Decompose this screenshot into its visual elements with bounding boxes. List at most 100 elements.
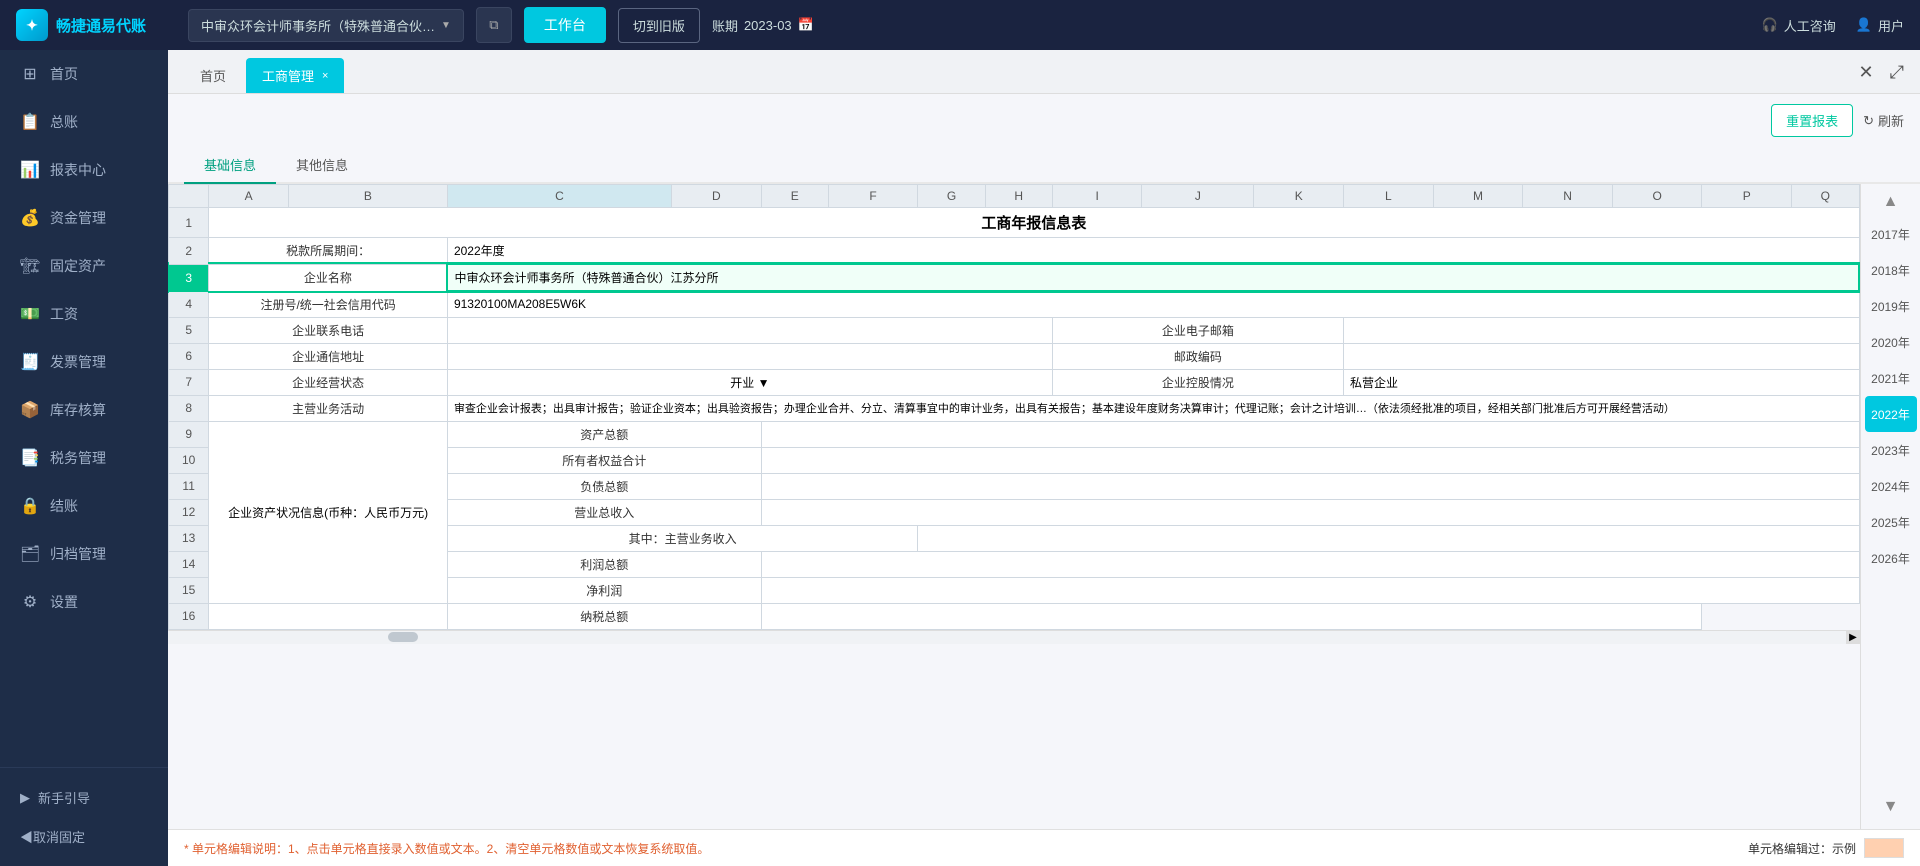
reg-label-cell: 注册号/统一社会信用代码 xyxy=(209,291,448,317)
unpin-button[interactable]: ◀取消固定 xyxy=(0,817,168,856)
tax-total-label: 纳税总额 xyxy=(447,603,761,629)
holding-value-cell[interactable]: 私营企业 xyxy=(1344,369,1859,395)
sidebar-item-label: 设置 xyxy=(50,592,78,612)
postal-value-cell[interactable] xyxy=(1344,343,1859,369)
new-guide-button[interactable]: ▶ 新手引导 xyxy=(0,778,168,817)
reg-value-cell[interactable]: 91320100MA208E5W6K xyxy=(447,291,1859,317)
sidebar-item-invoice[interactable]: 🧾 发票管理 xyxy=(0,338,168,386)
year-2024[interactable]: 2024年 xyxy=(1865,468,1917,504)
liabilities-value[interactable] xyxy=(761,473,1859,499)
sub-tab-basic[interactable]: 基础信息 xyxy=(184,147,276,184)
service-button[interactable]: 🎧 人工咨询 xyxy=(1762,16,1836,35)
sidebar-item-label: 总账 xyxy=(50,112,78,132)
col-c: C xyxy=(447,185,671,208)
app-name: 畅捷通易代账 xyxy=(56,15,146,36)
sidebar-item-finance[interactable]: 💰 资金管理 xyxy=(0,194,168,242)
equity-value[interactable] xyxy=(761,447,1859,473)
company-selector[interactable]: 中审众环会计师事务所（特殊普通合伙… ▼ xyxy=(188,9,464,42)
chevron-down-icon: ▼ xyxy=(1883,798,1899,816)
sample-cell xyxy=(1864,838,1904,858)
row-num: 15 xyxy=(169,577,209,603)
pin-label: ◀取消固定 xyxy=(20,827,85,846)
sidebar-item-label: 资金管理 xyxy=(50,208,106,228)
phone-value-cell[interactable] xyxy=(447,317,1052,343)
sub-tab-other[interactable]: 其他信息 xyxy=(276,147,368,184)
net-profit-value[interactable] xyxy=(761,577,1859,603)
finance-icon: 💰 xyxy=(20,208,40,228)
bottom-bar: * 单元格编辑说明：1、点击单元格直接录入数值或文本。2、清空单元格数值或文本恢… xyxy=(168,829,1920,866)
sidebar-item-salary[interactable]: 💵 工资 xyxy=(0,290,168,338)
asset-group-label: 企业资产状况信息(币种：人民币万元) xyxy=(209,421,448,603)
main-revenue-value[interactable] xyxy=(918,525,1859,551)
sidebar: ⊞ 首页 📋 总账 📊 报表中心 💰 资金管理 🏗 固定资产 💵 工资 🧾 发票… xyxy=(0,50,168,866)
year-2026[interactable]: 2026年 xyxy=(1865,540,1917,576)
logo-icon: ✦ xyxy=(16,9,48,41)
sidebar-item-archive[interactable]: 🗂 归档管理 xyxy=(0,530,168,578)
row-num: 7 xyxy=(169,369,209,395)
col-l: L xyxy=(1344,185,1434,208)
year-down-nav[interactable]: ▼ xyxy=(1871,793,1911,821)
year-2020[interactable]: 2020年 xyxy=(1865,324,1917,360)
refresh-icon: ↻ xyxy=(1863,113,1874,129)
sidebar-item-tax[interactable]: 📑 税务管理 xyxy=(0,434,168,482)
reset-button[interactable]: 重置报表 xyxy=(1771,104,1853,137)
table-row: 3 企业名称 中审众环会计师事务所（特殊普通合伙）江苏分所 xyxy=(169,264,1860,291)
row-num: 1 xyxy=(169,208,209,238)
inventory-icon: 📦 xyxy=(20,400,40,420)
year-2019[interactable]: 2019年 xyxy=(1865,288,1917,324)
sidebar-item-ledger[interactable]: 📋 总账 xyxy=(0,98,168,146)
tab-home[interactable]: 首页 xyxy=(184,58,242,93)
status-value-cell[interactable]: 开业 ▼ xyxy=(447,369,1052,395)
tab-active[interactable]: 工商管理 × xyxy=(246,58,344,93)
close-icon[interactable]: ✕ xyxy=(1859,63,1874,81)
year-2022[interactable]: 2022年 xyxy=(1865,396,1917,432)
col-g: G xyxy=(918,185,985,208)
sidebar-item-assets[interactable]: 🏗 固定资产 xyxy=(0,242,168,290)
equity-label: 所有者权益合计 xyxy=(447,447,761,473)
h-scrollbar[interactable]: ▶ xyxy=(168,630,1860,644)
empty-cell xyxy=(209,603,448,629)
calendar-icon[interactable]: 📅 xyxy=(798,17,814,33)
sidebar-item-reports[interactable]: 📊 报表中心 xyxy=(0,146,168,194)
total-profit-label: 利润总额 xyxy=(447,551,761,577)
year-2018[interactable]: 2018年 xyxy=(1865,252,1917,288)
year-2025[interactable]: 2025年 xyxy=(1865,504,1917,540)
company-name-cell[interactable]: 中审众环会计师事务所（特殊普通合伙）江苏分所 xyxy=(447,264,1859,291)
sidebar-item-label: 库存核算 xyxy=(50,400,106,420)
table-row: 1 工商年报信息表 xyxy=(169,208,1860,238)
email-value-cell[interactable] xyxy=(1344,317,1859,343)
tax-total-value[interactable] xyxy=(761,603,1702,629)
total-assets-value[interactable] xyxy=(761,421,1859,447)
copy-button[interactable]: ⧉ xyxy=(476,7,512,43)
content-area: 首页 工商管理 × ✕ ⤢ 重置报表 ↻ 刷新 基础信息 其他信息 xyxy=(168,50,1920,866)
row-num: 2 xyxy=(169,238,209,265)
copy-icon: ⧉ xyxy=(489,17,498,33)
year-2021[interactable]: 2021年 xyxy=(1865,360,1917,396)
expand-icon[interactable]: ⤢ xyxy=(1890,63,1904,81)
sidebar-item-settings[interactable]: ⚙ 设置 xyxy=(0,578,168,626)
table-row: 5 企业联系电话 企业电子邮箱 xyxy=(169,317,1860,343)
row-num: 13 xyxy=(169,525,209,551)
table-row: 16 纳税总额 xyxy=(169,603,1860,629)
year-up-nav[interactable]: ▲ xyxy=(1871,188,1911,216)
total-profit-value[interactable] xyxy=(761,551,1859,577)
sheet-scroll[interactable]: A B C D E F G H I J K L M xyxy=(168,184,1860,829)
address-value-cell[interactable] xyxy=(447,343,1052,369)
tab-close-icon[interactable]: × xyxy=(322,70,328,82)
sidebar-item-close[interactable]: 🔒 结账 xyxy=(0,482,168,530)
refresh-button[interactable]: ↻ 刷新 xyxy=(1863,111,1904,130)
sidebar-bottom: ▶ 新手引导 ◀取消固定 xyxy=(0,767,168,866)
period-value-cell[interactable]: 2022年度 xyxy=(447,238,1859,265)
postal-label-cell: 邮政编码 xyxy=(1052,343,1343,369)
sidebar-item-home[interactable]: ⊞ 首页 xyxy=(0,50,168,98)
sidebar-item-inventory[interactable]: 📦 库存核算 xyxy=(0,386,168,434)
user-menu[interactable]: 👤 用户 xyxy=(1856,16,1904,35)
workbench-button[interactable]: 工作台 xyxy=(524,7,606,43)
scroll-right-arrow[interactable]: ▶ xyxy=(1846,630,1860,644)
business-value-cell[interactable]: 审查企业会计报表；出具审计报告；验证企业资本；出具验资报告；办理企业合并、分立、… xyxy=(447,395,1859,421)
old-version-button[interactable]: 切到旧版 xyxy=(618,8,700,43)
row-num: 9 xyxy=(169,421,209,447)
revenue-value[interactable] xyxy=(761,499,1859,525)
year-2017[interactable]: 2017年 xyxy=(1865,216,1917,252)
year-2023[interactable]: 2023年 xyxy=(1865,432,1917,468)
